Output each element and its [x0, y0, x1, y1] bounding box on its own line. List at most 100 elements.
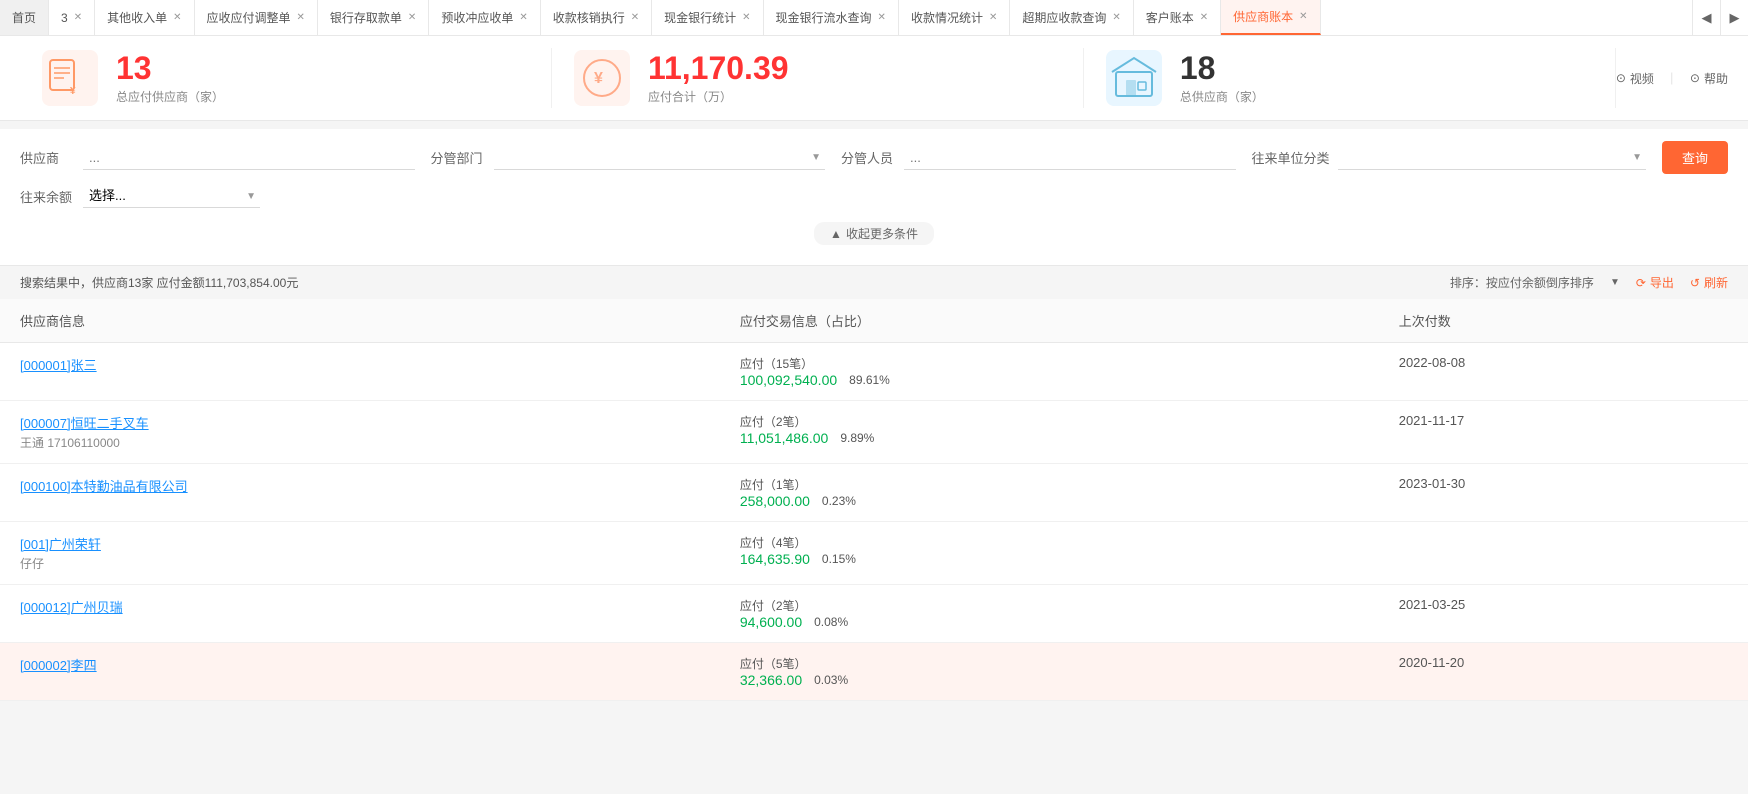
chevron-down-icon: ▼: [1610, 277, 1620, 288]
filter-mgr-label: 分管人员: [841, 148, 896, 167]
close-icon[interactable]: ✕: [519, 12, 527, 23]
balance-select-wrapper: 选择... ▼: [83, 184, 260, 208]
tx-amount: 164,635.90: [740, 551, 810, 567]
nav-tab-label: 预收冲应收单: [441, 9, 513, 26]
supplier-contact: 仔仔: [20, 555, 700, 572]
tx-percent: 0.15%: [822, 552, 856, 566]
close-icon[interactable]: ✕: [297, 12, 305, 23]
stats-bar: ¥ 13 总应付供应商（家） ¥ 11,170.39 应付合计（万）: [0, 36, 1748, 121]
nav-tab-supplier-book[interactable]: 供应商账本 ✕: [1221, 0, 1320, 35]
table-header-row: 供应商信息 应付交易信息（占比） 上次付数: [0, 299, 1748, 343]
supplier-input[interactable]: [83, 146, 415, 170]
supplier-link[interactable]: [000100]本特勤油品有限公司: [20, 479, 188, 494]
nav-tab-label: 收款情况统计: [911, 9, 983, 26]
supplier-info-cell: [000012]广州贝瑞: [0, 585, 720, 643]
stat-label: 应付合计（万）: [648, 88, 789, 105]
supplier-info-cell: [000100]本特勤油品有限公司: [0, 464, 720, 522]
close-icon[interactable]: ✕: [989, 12, 997, 23]
supplier-link[interactable]: [000007]恒旺二手叉车: [20, 416, 149, 431]
department-select[interactable]: [494, 146, 826, 170]
nav-prev-arrow[interactable]: ◀: [1692, 0, 1720, 36]
nav-tab-bank-deposit[interactable]: 银行存取款单 ✕: [318, 0, 429, 35]
nav-tab-other-income[interactable]: 其他收入单 ✕: [95, 0, 194, 35]
close-icon[interactable]: ✕: [631, 12, 639, 23]
nav-tab-collection[interactable]: 收款核销执行 ✕: [541, 0, 652, 35]
filter-row-2: 往来余额 选择... ▼: [20, 184, 1728, 208]
result-summary: 搜索结果中，供应商13家 应付金额111,703,854.00元: [20, 274, 298, 291]
last-pay-cell: 2022-08-08: [1379, 343, 1748, 401]
nav-tab-home[interactable]: 首页: [0, 0, 49, 35]
close-icon[interactable]: ✕: [408, 12, 416, 23]
last-pay-cell: 2021-11-17: [1379, 401, 1748, 464]
nav-tab-label: 收款核销执行: [553, 9, 625, 26]
nav-tab-overdue[interactable]: 超期应收款查询 ✕: [1010, 0, 1133, 35]
collapse-button[interactable]: ▲ 收起更多条件: [814, 222, 934, 245]
table-row: [000007]恒旺二手叉车王通 17106110000应付（2笔）11,051…: [0, 401, 1748, 464]
help-icon: ⊙: [1690, 71, 1700, 85]
table-row: [000100]本特勤油品有限公司应付（1笔）258,000.000.23%20…: [0, 464, 1748, 522]
cat-select-wrapper: ▼: [1338, 146, 1646, 170]
close-icon[interactable]: ✕: [74, 12, 82, 23]
last-pay-cell: 2021-03-25: [1379, 585, 1748, 643]
supplier-link[interactable]: [000001]张三: [20, 358, 97, 373]
supplier-link[interactable]: [000002]李四: [20, 658, 97, 673]
tx-info-cell: 应付（4笔）164,635.90 0.15%: [720, 522, 1379, 585]
close-icon[interactable]: ✕: [173, 12, 181, 23]
nav-tab-cash-bank-stat[interactable]: 现金银行统计 ✕: [652, 0, 763, 35]
nav-tab-customer-book[interactable]: 客户账本 ✕: [1134, 0, 1221, 35]
category-select[interactable]: [1338, 146, 1646, 170]
video-link[interactable]: ⊙ 视频: [1616, 70, 1654, 87]
close-icon[interactable]: ✕: [742, 12, 750, 23]
supplier-link[interactable]: [000012]广州贝瑞: [20, 600, 123, 615]
nav-tab-collection-stat[interactable]: 收款情况统计 ✕: [899, 0, 1010, 35]
tx-label: 应付（2笔）: [740, 597, 1359, 614]
help-link[interactable]: ⊙ 帮助: [1690, 70, 1728, 87]
close-icon[interactable]: ✕: [1112, 12, 1120, 23]
refresh-button[interactable]: ↺ 刷新: [1690, 274, 1728, 291]
search-button[interactable]: 查询: [1662, 141, 1728, 174]
tx-percent: 0.08%: [814, 615, 848, 629]
close-icon[interactable]: ✕: [1299, 11, 1307, 22]
export-button[interactable]: ⟳ 导出: [1636, 274, 1674, 291]
export-icon: ⟳: [1636, 276, 1646, 290]
nav-tab-cash-flow[interactable]: 现金银行流水查询 ✕: [764, 0, 899, 35]
nav-tab-label: 现金银行统计: [664, 9, 736, 26]
last-pay-cell: 2023-01-30: [1379, 464, 1748, 522]
manager-input[interactable]: [904, 146, 1236, 170]
filter-department: 分管部门 ▼: [431, 146, 826, 170]
filter-balance: 往来余额 选择... ▼: [20, 184, 260, 208]
nav-tab-label: 应收应付调整单: [207, 9, 291, 26]
filter-supplier-label: 供应商: [20, 148, 75, 167]
nav-next-arrow[interactable]: ▶: [1720, 0, 1748, 36]
supplier-link[interactable]: [001]广州荣轩: [20, 537, 101, 552]
supplier-table: 供应商信息 应付交易信息（占比） 上次付数 [000001]张三应付（15笔）1…: [0, 299, 1748, 701]
supplier-info-cell: [000007]恒旺二手叉车王通 17106110000: [0, 401, 720, 464]
tx-label: 应付（15笔）: [740, 355, 1359, 372]
stat-payable-total: ¥ 11,170.39 应付合计（万）: [552, 48, 1084, 108]
filter-category: 往来单位分类 ▼: [1252, 146, 1647, 170]
stat-label: 总应付供应商（家）: [116, 88, 224, 105]
balance-select[interactable]: 选择...: [83, 184, 260, 208]
nav-tab-ar-ap-adjust[interactable]: 应收应付调整单 ✕: [195, 0, 318, 35]
divider: ｜: [1666, 70, 1678, 87]
tx-info-cell: 应付（15笔）100,092,540.0089.61%: [720, 343, 1379, 401]
close-icon[interactable]: ✕: [878, 12, 886, 23]
stat-content: 11,170.39 应付合计（万）: [648, 52, 789, 105]
tx-percent: 89.61%: [849, 373, 890, 387]
collapse-bar: ▲ 收起更多条件: [20, 218, 1728, 253]
tx-label: 应付（4笔）: [740, 534, 1359, 551]
tx-label: 应付（2笔）: [740, 413, 1359, 430]
nav-tab-prepay[interactable]: 预收冲应收单 ✕: [429, 0, 540, 35]
supplier-payable-icon: ¥: [40, 48, 100, 108]
top-nav: 首页 3 ✕ 其他收入单 ✕ 应收应付调整单 ✕ 银行存取款单 ✕ 预收冲应收单…: [0, 0, 1748, 36]
total-supplier-icon: [1104, 48, 1164, 108]
video-icon: ⊙: [1616, 71, 1626, 85]
stat-number: 18: [1180, 52, 1264, 84]
table-row: [001]广州荣轩仔仔 应付（4笔）164,635.90 0.15%: [0, 522, 1748, 585]
supplier-info-cell: [001]广州荣轩仔仔: [0, 522, 720, 585]
stat-content: 18 总供应商（家）: [1180, 52, 1264, 105]
nav-tab-label: 超期应收款查询: [1022, 9, 1106, 26]
nav-tab-3[interactable]: 3 ✕: [49, 0, 95, 35]
close-icon[interactable]: ✕: [1200, 12, 1208, 23]
result-bar: 搜索结果中，供应商13家 应付金额111,703,854.00元 排序：按应付余…: [0, 266, 1748, 299]
